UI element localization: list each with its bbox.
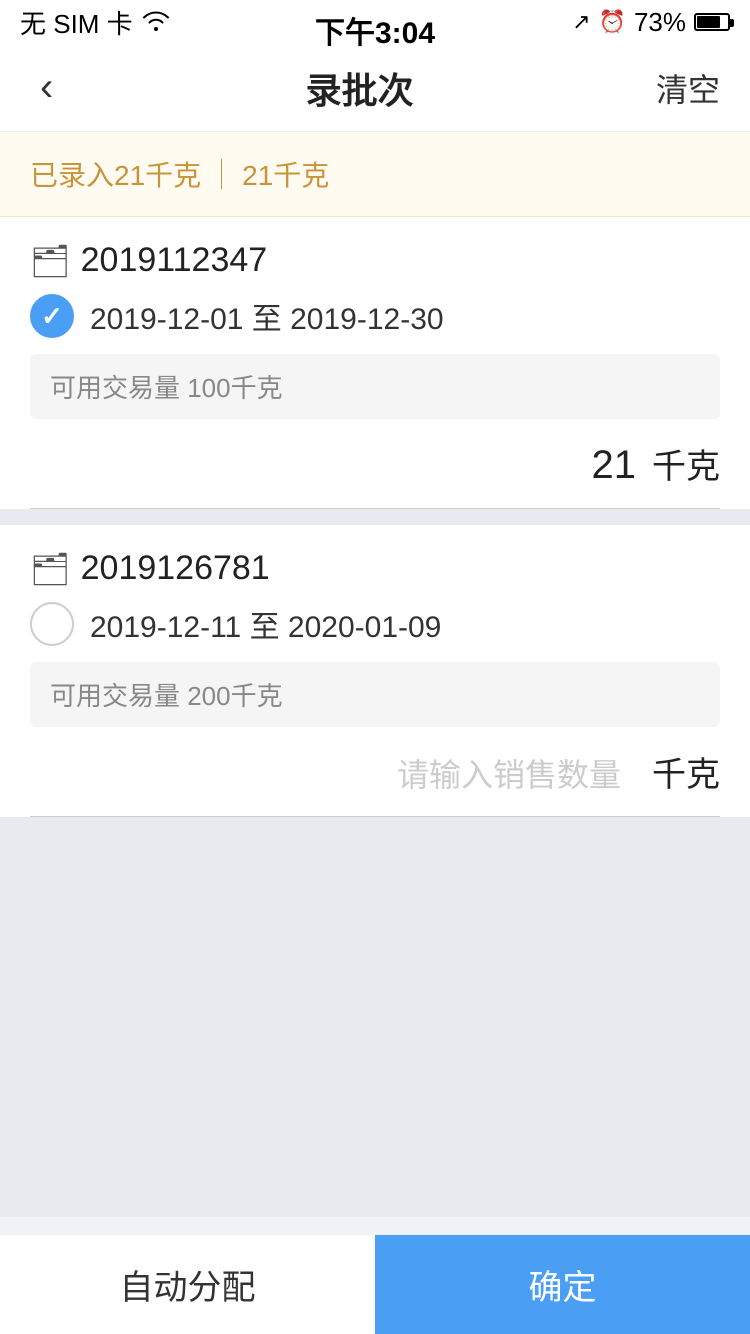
status-left: 无 SIM 卡 <box>20 4 171 41</box>
batch-number-2: 2019126781 <box>81 549 270 588</box>
quantity-unit-2: 千克 <box>652 747 720 796</box>
batch-date-2: 2019-12-11 至 2020-01-09 <box>90 602 441 646</box>
batch-doc-icon-2: 🗂 <box>30 550 71 588</box>
radio-checked-1[interactable] <box>30 294 74 338</box>
available-text-1: 可用交易量 100千克 <box>50 373 283 403</box>
clear-button[interactable]: 清空 <box>656 65 720 111</box>
batch-date-1: 2019-12-01 至 2019-12-30 <box>90 294 444 338</box>
batch-card-2: 🗂 2019126781 2019-12-11 至 2020-01-09 可用交… <box>0 525 750 817</box>
status-right: ↗ ⏰ 73% <box>572 7 730 38</box>
nav-bar: ‹ 录批次 清空 <box>0 44 750 132</box>
batch-row-1[interactable]: 2019-12-01 至 2019-12-30 <box>0 288 750 344</box>
available-row-1: 可用交易量 100千克 <box>30 354 720 419</box>
battery-text: 73% <box>634 7 686 38</box>
wifi-icon <box>141 7 171 38</box>
bottom-bar: 自动分配 确定 <box>0 1234 750 1334</box>
radio-unchecked-2[interactable] <box>30 602 74 646</box>
batch-card-1: 🗂 2019112347 2019-12-01 至 2019-12-30 可用交… <box>0 217 750 509</box>
available-row-2: 可用交易量 200千克 <box>30 662 720 727</box>
status-time: 下午3:04 <box>315 8 435 52</box>
back-button[interactable]: ‹ <box>30 55 63 120</box>
summary-label: 已录入21千克 <box>30 154 201 194</box>
summary-value: 21千克 <box>242 154 329 194</box>
location-icon: ↗ <box>572 9 590 35</box>
batch-header-1: 🗂 2019112347 <box>0 217 750 288</box>
auto-distribute-button[interactable]: 自动分配 <box>0 1235 375 1334</box>
content-area: 已录入21千克 21千克 🗂 2019112347 2019-12-01 至 2… <box>0 132 750 1234</box>
available-text-2: 可用交易量 200千克 <box>50 681 283 711</box>
batch-row-2[interactable]: 2019-12-11 至 2020-01-09 <box>0 596 750 652</box>
empty-area <box>0 817 750 1217</box>
section-divider <box>0 509 750 525</box>
summary-divider <box>221 159 222 189</box>
carrier-text: 无 SIM 卡 <box>20 4 133 41</box>
quantity-unit-1: 千克 <box>652 439 720 488</box>
confirm-button[interactable]: 确定 <box>375 1235 750 1334</box>
quantity-row-1: 21 千克 <box>0 419 750 508</box>
quantity-input-2[interactable] <box>336 757 636 794</box>
quantity-value-1: 21 <box>592 443 637 488</box>
batch-header-2: 🗂 2019126781 <box>0 525 750 596</box>
batch-doc-icon-1: 🗂 <box>30 242 71 280</box>
page-title: 录批次 <box>306 62 414 114</box>
quantity-input-row-2[interactable]: 千克 <box>0 727 750 816</box>
summary-bar: 已录入21千克 21千克 <box>0 132 750 217</box>
alarm-icon: ⏰ <box>599 9 626 35</box>
batch-number-1: 2019112347 <box>81 241 268 280</box>
status-bar: 无 SIM 卡 下午3:04 ↗ ⏰ 73% <box>0 0 750 44</box>
battery-icon <box>694 13 730 31</box>
